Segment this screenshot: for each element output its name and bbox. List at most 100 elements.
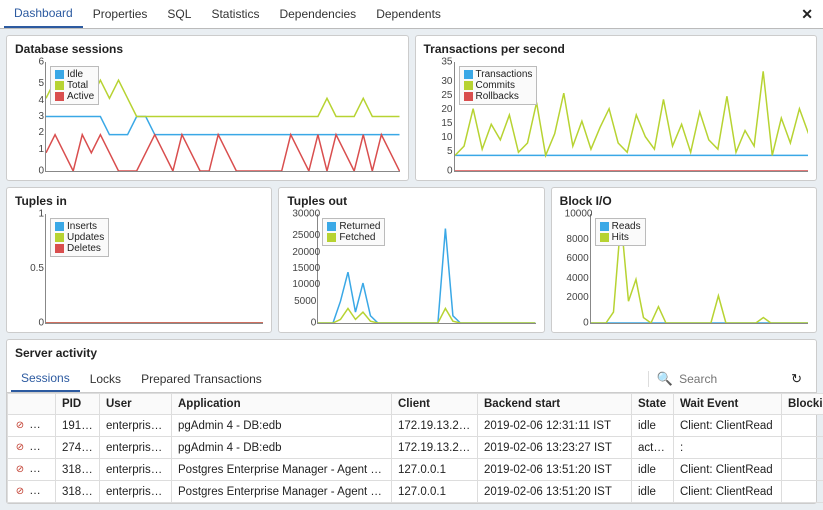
col-application[interactable]: Application	[172, 394, 392, 415]
table-row[interactable]: ⊘ ■ ▶31875enterprisedbPostgres Enterpris…	[8, 459, 823, 481]
cell-start: 2019-02-06 12:31:11 IST	[478, 415, 632, 437]
legend-swatch	[464, 70, 473, 79]
y-tick: 25	[429, 90, 453, 101]
col-state[interactable]: State	[632, 394, 674, 415]
cell-user: enterprisedb	[100, 437, 172, 459]
cell-app: Postgres Enterprise Manager - Agent Mo..…	[172, 459, 392, 481]
tab-dashboard[interactable]: Dashboard	[4, 0, 83, 28]
terminate-icon[interactable]: ⊘	[14, 486, 26, 498]
y-tick: 30000	[292, 209, 316, 220]
refresh-button[interactable]: ↻	[785, 367, 808, 391]
y-tick: 0	[429, 166, 453, 177]
main-tabs: Dashboard Properties SQL Statistics Depe…	[0, 0, 823, 29]
y-tick: 6	[20, 57, 44, 68]
cancel-icon[interactable]: ■	[29, 420, 41, 432]
legend-swatch	[464, 92, 473, 101]
chart-db-sessions: 6543210IdleTotalActive	[45, 62, 400, 172]
cell-wait: Client: ClientRead	[674, 459, 782, 481]
chart-legend: IdleTotalActive	[50, 66, 99, 105]
legend-swatch	[55, 92, 64, 101]
sa-tab-locks[interactable]: Locks	[80, 367, 131, 391]
cancel-icon[interactable]: ■	[29, 486, 41, 498]
expand-icon[interactable]: ▶	[44, 442, 55, 454]
panel-title: Tuples in	[7, 188, 271, 214]
legend-label: Fetched	[339, 232, 375, 243]
table-row[interactable]: ⊘ ■ ▶31877enterprisedbPostgres Enterpris…	[8, 481, 823, 503]
search-input[interactable]	[679, 372, 779, 386]
tab-dependents[interactable]: Dependents	[366, 1, 451, 27]
chart-tuples-in: 10.50InsertsUpdatesDeletes	[45, 214, 263, 324]
panel-title: Database sessions	[7, 36, 408, 62]
terminate-icon[interactable]: ⊘	[14, 464, 26, 476]
col-backend-start[interactable]: Backend start	[478, 394, 632, 415]
legend-swatch	[327, 222, 336, 231]
cell-wait: Client: ClientRead	[674, 481, 782, 503]
chart-legend: InsertsUpdatesDeletes	[50, 218, 109, 257]
expand-icon[interactable]: ▶	[44, 486, 55, 498]
expand-icon[interactable]: ▶	[44, 464, 55, 476]
cell-pid: 31877	[56, 481, 100, 503]
y-tick: 0	[565, 317, 589, 328]
chart-tps: 35302520151050TransactionsCommitsRollbac…	[454, 62, 809, 172]
col-wait-event[interactable]: Wait Event	[674, 394, 782, 415]
y-tick: 0	[20, 318, 44, 329]
cell-state: idle	[632, 481, 674, 503]
y-tick: 15	[429, 118, 453, 129]
sa-tab-prepared[interactable]: Prepared Transactions	[131, 367, 272, 391]
close-icon[interactable]: ✕	[801, 6, 813, 23]
cancel-icon[interactable]: ■	[29, 464, 41, 476]
cancel-icon[interactable]: ■	[29, 442, 41, 454]
legend-swatch	[55, 70, 64, 79]
legend-swatch	[55, 81, 64, 90]
y-tick: 2	[20, 127, 44, 138]
tab-properties[interactable]: Properties	[83, 1, 158, 27]
table-row[interactable]: ⊘ ■ ▶27463enterprisedbpgAdmin 4 - DB:edb…	[8, 437, 823, 459]
y-tick: 10000	[292, 279, 316, 290]
panel-tps: Transactions per second 35302520151050Tr…	[415, 35, 818, 181]
terminate-icon[interactable]: ⊘	[14, 442, 26, 454]
y-tick: 5000	[292, 296, 316, 307]
sessions-table: PID User Application Client Backend star…	[7, 393, 823, 503]
cell-app: pgAdmin 4 - DB:edb	[172, 437, 392, 459]
y-tick: 20000	[292, 247, 316, 258]
tab-statistics[interactable]: Statistics	[201, 1, 269, 27]
legend-swatch	[464, 81, 473, 90]
legend-swatch	[55, 222, 64, 231]
y-tick: 4	[20, 95, 44, 106]
y-tick: 10000	[565, 209, 589, 220]
panel-tuples-in: Tuples in 10.50InsertsUpdatesDeletes	[6, 187, 272, 333]
expand-icon[interactable]: ▶	[44, 420, 55, 432]
col-user[interactable]: User	[100, 394, 172, 415]
cell-wait: :	[674, 437, 782, 459]
cell-start: 2019-02-06 13:51:20 IST	[478, 459, 632, 481]
cell-client: 172.19.13.220	[392, 437, 478, 459]
col-actions	[8, 394, 56, 415]
server-activity-tabs: Sessions Locks Prepared Transactions 🔍 ↻	[7, 366, 816, 393]
col-blocking-pids[interactable]: Blocking PIDs	[782, 394, 823, 415]
legend-label: Deletes	[67, 243, 101, 254]
cell-user: enterprisedb	[100, 481, 172, 503]
y-tick: 8000	[565, 234, 589, 245]
sa-tab-sessions[interactable]: Sessions	[11, 366, 80, 392]
chart-legend: TransactionsCommitsRollbacks	[459, 66, 538, 105]
cell-app: pgAdmin 4 - DB:edb	[172, 415, 392, 437]
search-icon: 🔍	[657, 371, 673, 387]
col-pid[interactable]: PID	[56, 394, 100, 415]
legend-swatch	[600, 233, 609, 242]
cell-block	[782, 437, 823, 459]
panel-tuples-out: Tuples out 30000250002000015000100005000…	[278, 187, 544, 333]
cell-block	[782, 415, 823, 437]
legend-label: Updates	[67, 232, 104, 243]
chart-block-io: 1000080006000400020000ReadsHits	[590, 214, 808, 324]
tab-sql[interactable]: SQL	[157, 1, 201, 27]
legend-label: Inserts	[67, 221, 97, 232]
table-row[interactable]: ⊘ ■ ▶19172enterprisedbpgAdmin 4 - DB:edb…	[8, 415, 823, 437]
col-client[interactable]: Client	[392, 394, 478, 415]
cell-app: Postgres Enterprise Manager - Agent Mo..…	[172, 481, 392, 503]
y-tick: 5	[429, 146, 453, 157]
cell-pid: 19172	[56, 415, 100, 437]
panel-title: Transactions per second	[416, 36, 817, 62]
terminate-icon[interactable]: ⊘	[14, 420, 26, 432]
cell-block	[782, 459, 823, 481]
tab-dependencies[interactable]: Dependencies	[269, 1, 366, 27]
